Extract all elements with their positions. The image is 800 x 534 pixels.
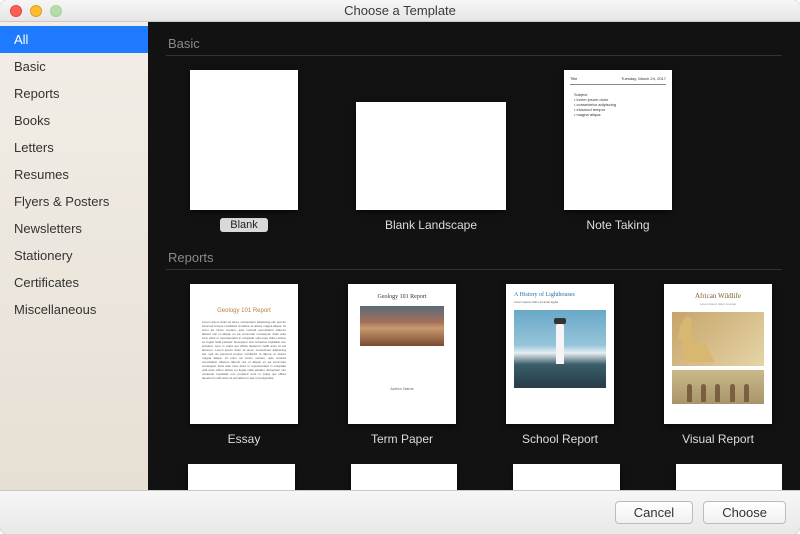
thumbnail-school-report: A History of Lighthouses Lorem ipsum dol… <box>506 284 614 424</box>
sidebar-item-flyers-posters[interactable]: Flyers & Posters <box>0 188 148 215</box>
visual-title: African Wildlife <box>672 292 764 300</box>
term-title: Geology 101 Report <box>360 294 444 300</box>
grid-basic: Blank Blank Landscape Title Tuesday, Mar… <box>166 70 782 232</box>
visual-subtitle: Lorem ipsum dolor sit amet <box>672 302 764 306</box>
template-label: Term Paper <box>371 432 433 446</box>
divider <box>166 55 782 56</box>
sidebar-item-newsletters[interactable]: Newsletters <box>0 215 148 242</box>
sidebar-item-stationery[interactable]: Stationery <box>0 242 148 269</box>
thumbnail-note-taking: Title Tuesday, March 24, 2017 Subject• l… <box>564 70 672 210</box>
window-body: All Basic Reports Books Letters Resumes … <box>0 22 800 490</box>
note-title: Title <box>570 76 577 81</box>
thumbnail-essay: Geology 101 Report Lorem ipsum dolor sit… <box>190 284 298 424</box>
zoom-icon[interactable] <box>50 5 62 17</box>
template-essay[interactable]: Geology 101 Report Lorem ipsum dolor sit… <box>188 284 300 446</box>
giraffe-image-icon <box>672 312 764 366</box>
sidebar: All Basic Reports Books Letters Resumes … <box>0 22 148 490</box>
cancel-button[interactable]: Cancel <box>615 501 693 524</box>
template-blank[interactable]: Blank <box>188 70 300 232</box>
template-note-taking[interactable]: Title Tuesday, March 24, 2017 Subject• l… <box>562 70 674 232</box>
note-header: Title Tuesday, March 24, 2017 <box>570 76 666 81</box>
close-icon[interactable] <box>10 5 22 17</box>
note-date: Tuesday, March 24, 2017 <box>621 76 666 81</box>
window-controls <box>0 5 62 17</box>
template-label: Note Taking <box>586 218 649 232</box>
grid-next-partial <box>166 464 782 490</box>
sidebar-item-certificates[interactable]: Certificates <box>0 269 148 296</box>
thumbnail-blank <box>190 70 298 210</box>
template-label: Visual Report <box>682 432 754 446</box>
sidebar-item-all[interactable]: All <box>0 26 148 53</box>
sidebar-item-letters[interactable]: Letters <box>0 134 148 161</box>
thumbnail-visual-report: African Wildlife Lorem ipsum dolor sit a… <box>664 284 772 424</box>
minimize-icon[interactable] <box>30 5 42 17</box>
template-visual-report[interactable]: African Wildlife Lorem ipsum dolor sit a… <box>662 284 774 446</box>
template-term-paper[interactable]: Geology 101 Report Author Name Term Pape… <box>346 284 458 446</box>
template-label: Blank Landscape <box>385 218 477 232</box>
thumbnail-partial[interactable] <box>351 464 458 490</box>
sidebar-item-basic[interactable]: Basic <box>0 53 148 80</box>
thumbnail-partial[interactable] <box>188 464 295 490</box>
sidebar-item-miscellaneous[interactable]: Miscellaneous <box>0 296 148 323</box>
template-blank-landscape[interactable]: Blank Landscape <box>356 70 506 232</box>
footer-bar: Cancel Choose <box>0 490 800 534</box>
template-label: Essay <box>228 432 261 446</box>
divider <box>166 269 782 270</box>
sidebar-item-reports[interactable]: Reports <box>0 80 148 107</box>
section-title-reports: Reports <box>168 250 782 265</box>
canyon-image-icon <box>360 306 444 346</box>
thumbnail-term-paper: Geology 101 Report Author Name <box>348 284 456 424</box>
template-grid-scroll[interactable]: Basic Blank Blank Landscape Title Tuesda… <box>148 22 800 490</box>
meerkats-image-icon <box>672 370 764 404</box>
school-title: A History of Lighthouses <box>514 292 606 298</box>
section-title-basic: Basic <box>168 36 782 51</box>
template-label: School Report <box>522 432 598 446</box>
essay-text: Lorem ipsum dolor sit amet, consectetur … <box>202 320 286 380</box>
sidebar-item-resumes[interactable]: Resumes <box>0 161 148 188</box>
lighthouse-image-icon <box>514 310 606 388</box>
thumbnail-partial[interactable] <box>513 464 620 490</box>
term-author: Author Name <box>360 386 444 391</box>
sidebar-item-books[interactable]: Books <box>0 107 148 134</box>
thumbnail-partial[interactable] <box>676 464 783 490</box>
template-label: Blank <box>220 218 268 232</box>
titlebar: Choose a Template <box>0 0 800 22</box>
choose-button[interactable]: Choose <box>703 501 786 524</box>
window-title: Choose a Template <box>0 3 800 18</box>
thumbnail-blank-landscape <box>356 102 506 210</box>
template-chooser-window: Choose a Template All Basic Reports Book… <box>0 0 800 534</box>
school-subtitle: Lorem ipsum dolor sit amet ligula <box>514 300 606 304</box>
grid-reports: Geology 101 Report Lorem ipsum dolor sit… <box>166 284 782 446</box>
note-lines: Subject• lorem ipsum dolor• consectetur … <box>574 92 616 117</box>
essay-title: Geology 101 Report <box>202 308 286 314</box>
template-school-report[interactable]: A History of Lighthouses Lorem ipsum dol… <box>504 284 616 446</box>
